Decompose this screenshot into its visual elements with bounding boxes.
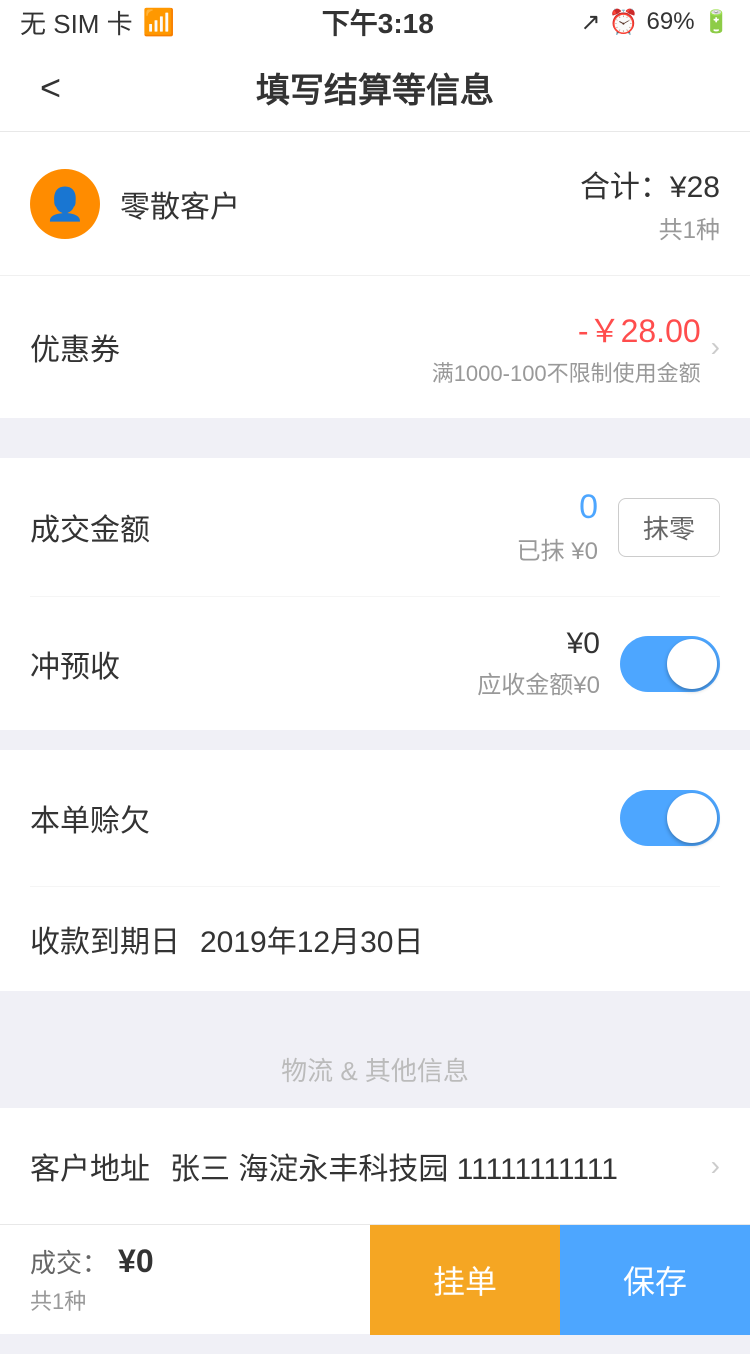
save-button[interactable]: 保存 xyxy=(560,1225,750,1335)
customer-right: 合计：¥28 共1种 xyxy=(580,162,720,245)
location-icon: ↗ xyxy=(581,8,601,37)
debt-section: 本单赊欠 收款到期日 2019年12月30日 xyxy=(0,750,750,991)
logistics-label: 物流 & 其他信息 xyxy=(281,1056,469,1086)
customer-row: 👤 零散客户 合计：¥28 共1种 xyxy=(0,132,750,275)
avatar: 👤 xyxy=(30,169,100,239)
address-chevron-icon: › xyxy=(711,1150,720,1182)
prepay-right: ¥0 应收金额¥0 xyxy=(477,627,720,700)
alarm-icon: ⏰ xyxy=(609,8,639,37)
bottom-info: 成交： ¥0 共1种 xyxy=(0,1243,370,1316)
transaction-section: 成交金额 0 已抹 ¥0 抹零 冲预收 ¥0 应收金额¥0 xyxy=(0,458,750,730)
chevron-right-icon: › xyxy=(711,331,720,363)
address-row[interactable]: 客户地址 张三 海淀永丰科技园 11111111111 › xyxy=(30,1108,720,1224)
transaction-amount-row: 成交金额 0 已抹 ¥0 抹零 xyxy=(30,458,720,597)
battery-icon: 🔋 xyxy=(703,9,730,35)
customer-name: 零散客户 xyxy=(120,182,240,226)
coupon-row[interactable]: 优惠券 -￥28.00 满1000-100不限制使用金额 › xyxy=(0,275,750,418)
battery-label: 69% xyxy=(647,8,695,36)
prepay-label: 冲预收 xyxy=(30,642,120,686)
round-button[interactable]: 抹零 xyxy=(618,498,720,557)
section-divider-3 xyxy=(0,1011,750,1031)
due-date-value[interactable]: 2019年12月30日 xyxy=(200,917,423,961)
carrier-label: 无 SIM 卡 xyxy=(20,4,133,41)
amount-value-block: 0 已抹 ¥0 xyxy=(517,488,598,566)
page-title: 填写结算等信息 xyxy=(256,63,494,112)
address-label: 客户地址 xyxy=(30,1144,150,1188)
prepay-row: 冲预收 ¥0 应收金额¥0 xyxy=(30,597,720,730)
prepay-toggle[interactable] xyxy=(620,636,720,692)
debt-label: 本单赊欠 xyxy=(30,796,150,840)
deal-amount: ¥0 xyxy=(118,1243,154,1280)
deal-label: 成交： xyxy=(30,1243,108,1280)
customer-count: 共1种 xyxy=(580,210,720,245)
status-left: 无 SIM 卡 📶 xyxy=(20,4,175,41)
wifi-icon: 📶 xyxy=(143,7,175,38)
bottom-deal: 成交： ¥0 xyxy=(30,1243,340,1280)
coupon-info: -￥28.00 满1000-100不限制使用金额 xyxy=(432,306,701,388)
prepay-receivable: 应收金额¥0 xyxy=(477,665,600,700)
due-date-row: 收款到期日 2019年12月30日 xyxy=(30,886,720,991)
section-divider-2 xyxy=(0,730,750,750)
status-time: 下午3:18 xyxy=(322,2,434,42)
address-section: 客户地址 张三 海淀永丰科技园 11111111111 › xyxy=(0,1108,750,1224)
back-button[interactable]: < xyxy=(30,57,71,119)
logistics-divider: 物流 & 其他信息 xyxy=(0,1031,750,1108)
amount-value[interactable]: 0 xyxy=(517,488,598,527)
prepay-value-block: ¥0 应收金额¥0 xyxy=(477,627,600,700)
customer-total: 合计：¥28 xyxy=(580,162,720,206)
toggle-knob xyxy=(667,639,717,689)
address-value: 张三 海淀永丰科技园 11111111111 xyxy=(170,1144,711,1188)
section-divider-1 xyxy=(0,438,750,458)
transaction-amount-label: 成交金额 xyxy=(30,505,150,549)
debt-toggle[interactable] xyxy=(620,790,720,846)
transaction-amount-right: 0 已抹 ¥0 抹零 xyxy=(517,488,720,566)
coupon-desc: 满1000-100不限制使用金额 xyxy=(432,356,701,388)
status-bar: 无 SIM 卡 📶 下午3:18 ↗ ⏰ 69% 🔋 xyxy=(0,0,750,44)
status-right: ↗ ⏰ 69% 🔋 xyxy=(581,8,730,37)
debt-row: 本单赊欠 xyxy=(30,750,720,886)
nav-bar: < 填写结算等信息 xyxy=(0,44,750,132)
customer-section: 👤 零散客户 合计：¥28 共1种 优惠券 -￥28.00 满1000-100不… xyxy=(0,132,750,418)
pending-button[interactable]: 挂单 xyxy=(370,1225,560,1335)
bottom-bar: 成交： ¥0 共1种 挂单 保存 xyxy=(0,1224,750,1334)
coupon-discount: -￥28.00 xyxy=(432,306,701,352)
debt-toggle-knob xyxy=(667,793,717,843)
bottom-count: 共1种 xyxy=(30,1284,340,1316)
coupon-right: -￥28.00 满1000-100不限制使用金额 › xyxy=(432,306,720,388)
prepay-amount: ¥0 xyxy=(477,627,600,661)
coupon-label: 优惠券 xyxy=(30,325,120,369)
due-date-label: 收款到期日 xyxy=(30,917,180,961)
already-deducted: 已抹 ¥0 xyxy=(517,531,598,566)
customer-left: 👤 零散客户 xyxy=(30,169,240,239)
